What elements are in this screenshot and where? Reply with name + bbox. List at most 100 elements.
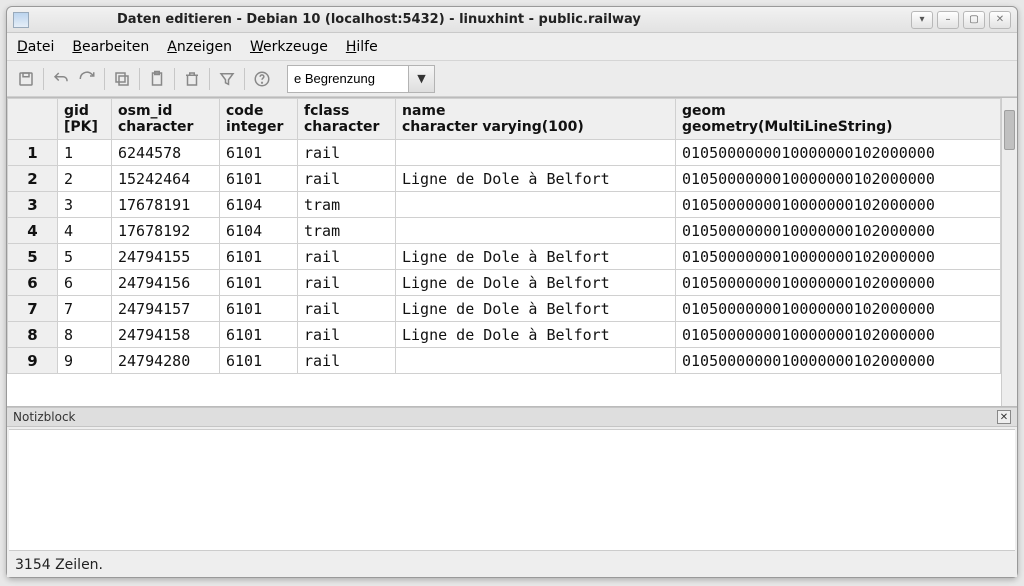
scrollbar-thumb[interactable] — [1004, 110, 1015, 150]
cell-code[interactable]: 6104 — [220, 192, 298, 218]
cell-fclass[interactable]: tram — [298, 192, 396, 218]
cell-gid[interactable]: 6 — [58, 270, 112, 296]
cell-name[interactable] — [396, 218, 676, 244]
cell-geom[interactable]: 0105000000010000000102000000 — [676, 140, 1001, 166]
close-button[interactable]: ✕ — [989, 11, 1011, 29]
cell-geom[interactable]: 0105000000010000000102000000 — [676, 296, 1001, 322]
copy-icon[interactable] — [109, 66, 135, 92]
row-number[interactable]: 6 — [8, 270, 58, 296]
cell-gid[interactable]: 5 — [58, 244, 112, 270]
minimize-button[interactable]: ▾ — [911, 11, 933, 29]
cell-gid[interactable]: 1 — [58, 140, 112, 166]
row-limit-input[interactable] — [288, 66, 408, 92]
cell-osmid[interactable]: 15242464 — [112, 166, 220, 192]
cell-code[interactable]: 6101 — [220, 348, 298, 374]
col-osmid[interactable]: osm_idcharacter — [112, 99, 220, 140]
scratchpad-area[interactable] — [9, 429, 1015, 551]
row-number[interactable]: 1 — [8, 140, 58, 166]
cell-geom[interactable]: 0105000000010000000102000000 — [676, 166, 1001, 192]
cell-fclass[interactable]: rail — [298, 296, 396, 322]
cell-osmid[interactable]: 24794158 — [112, 322, 220, 348]
menu-help[interactable]: Hilfe — [346, 39, 378, 55]
table-row[interactable]: 66247941566101railLigne de Dole à Belfor… — [8, 270, 1001, 296]
undo-icon[interactable] — [48, 66, 74, 92]
table-row[interactable]: 44176781926104tram0105000000010000000102… — [8, 218, 1001, 244]
cell-osmid[interactable]: 24794155 — [112, 244, 220, 270]
menu-tools[interactable]: Werkzeuge — [250, 39, 328, 55]
cell-name[interactable]: Ligne de Dole à Belfort — [396, 166, 676, 192]
cell-gid[interactable]: 8 — [58, 322, 112, 348]
titlebar[interactable]: Daten editieren - Debian 10 (localhost:5… — [7, 7, 1017, 33]
cell-osmid[interactable]: 24794157 — [112, 296, 220, 322]
scratchpad-header[interactable]: Notizblock ✕ — [7, 407, 1017, 427]
row-number[interactable]: 4 — [8, 218, 58, 244]
cell-name[interactable] — [396, 348, 676, 374]
maximize-button[interactable]: ▢ — [963, 11, 985, 29]
menu-edit[interactable]: Bearbeiten — [72, 39, 149, 55]
table-row[interactable]: 33176781916104tram0105000000010000000102… — [8, 192, 1001, 218]
scratchpad-close-icon[interactable]: ✕ — [997, 410, 1011, 424]
cell-code[interactable]: 6104 — [220, 218, 298, 244]
delete-icon[interactable] — [179, 66, 205, 92]
table-row[interactable]: 1162445786101rail01050000000100000001020… — [8, 140, 1001, 166]
row-limit-combo[interactable]: ▼ — [287, 65, 435, 93]
table-row[interactable]: 77247941576101railLigne de Dole à Belfor… — [8, 296, 1001, 322]
cell-osmid[interactable]: 6244578 — [112, 140, 220, 166]
row-number[interactable]: 5 — [8, 244, 58, 270]
cell-geom[interactable]: 0105000000010000000102000000 — [676, 270, 1001, 296]
cell-code[interactable]: 6101 — [220, 140, 298, 166]
cell-code[interactable]: 6101 — [220, 244, 298, 270]
col-fclass[interactable]: fclasscharacter — [298, 99, 396, 140]
cell-name[interactable] — [396, 192, 676, 218]
filter-icon[interactable] — [214, 66, 240, 92]
cell-gid[interactable]: 9 — [58, 348, 112, 374]
cell-fclass[interactable]: rail — [298, 244, 396, 270]
cell-name[interactable]: Ligne de Dole à Belfort — [396, 244, 676, 270]
cell-osmid[interactable]: 17678192 — [112, 218, 220, 244]
help-icon[interactable] — [249, 66, 275, 92]
cell-osmid[interactable]: 24794280 — [112, 348, 220, 374]
menu-file[interactable]: Datei — [17, 39, 54, 55]
cell-gid[interactable]: 7 — [58, 296, 112, 322]
cell-gid[interactable]: 3 — [58, 192, 112, 218]
table-row[interactable]: 99247942806101rail0105000000010000000102… — [8, 348, 1001, 374]
data-grid[interactable]: gid[PK] osm_idcharacter codeinteger fcla… — [7, 98, 1001, 374]
cell-name[interactable] — [396, 140, 676, 166]
cell-name[interactable]: Ligne de Dole à Belfort — [396, 322, 676, 348]
cell-geom[interactable]: 0105000000010000000102000000 — [676, 348, 1001, 374]
vertical-scrollbar[interactable] — [1001, 98, 1017, 406]
cell-fclass[interactable]: rail — [298, 140, 396, 166]
row-number[interactable]: 8 — [8, 322, 58, 348]
shade-button[interactable]: – — [937, 11, 959, 29]
cell-osmid[interactable]: 24794156 — [112, 270, 220, 296]
cell-gid[interactable]: 2 — [58, 166, 112, 192]
row-number[interactable]: 3 — [8, 192, 58, 218]
col-name[interactable]: namecharacter varying(100) — [396, 99, 676, 140]
col-geom[interactable]: geomgeometry(MultiLineString) — [676, 99, 1001, 140]
cell-fclass[interactable]: rail — [298, 322, 396, 348]
cell-code[interactable]: 6101 — [220, 270, 298, 296]
table-row[interactable]: 88247941586101railLigne de Dole à Belfor… — [8, 322, 1001, 348]
cell-osmid[interactable]: 17678191 — [112, 192, 220, 218]
paste-icon[interactable] — [144, 66, 170, 92]
cell-fclass[interactable]: rail — [298, 270, 396, 296]
cell-name[interactable]: Ligne de Dole à Belfort — [396, 270, 676, 296]
cell-fclass[interactable]: rail — [298, 166, 396, 192]
chevron-down-icon[interactable]: ▼ — [408, 66, 434, 92]
row-number[interactable]: 2 — [8, 166, 58, 192]
row-number[interactable]: 7 — [8, 296, 58, 322]
cell-code[interactable]: 6101 — [220, 322, 298, 348]
cell-fclass[interactable]: rail — [298, 348, 396, 374]
cell-fclass[interactable]: tram — [298, 218, 396, 244]
col-gid[interactable]: gid[PK] — [58, 99, 112, 140]
cell-code[interactable]: 6101 — [220, 166, 298, 192]
cell-geom[interactable]: 0105000000010000000102000000 — [676, 192, 1001, 218]
corner-cell[interactable] — [8, 99, 58, 140]
menu-view[interactable]: Anzeigen — [167, 39, 232, 55]
cell-geom[interactable]: 0105000000010000000102000000 — [676, 244, 1001, 270]
table-row[interactable]: 22152424646101railLigne de Dole à Belfor… — [8, 166, 1001, 192]
cell-gid[interactable]: 4 — [58, 218, 112, 244]
col-code[interactable]: codeinteger — [220, 99, 298, 140]
save-icon[interactable] — [13, 66, 39, 92]
cell-geom[interactable]: 0105000000010000000102000000 — [676, 218, 1001, 244]
